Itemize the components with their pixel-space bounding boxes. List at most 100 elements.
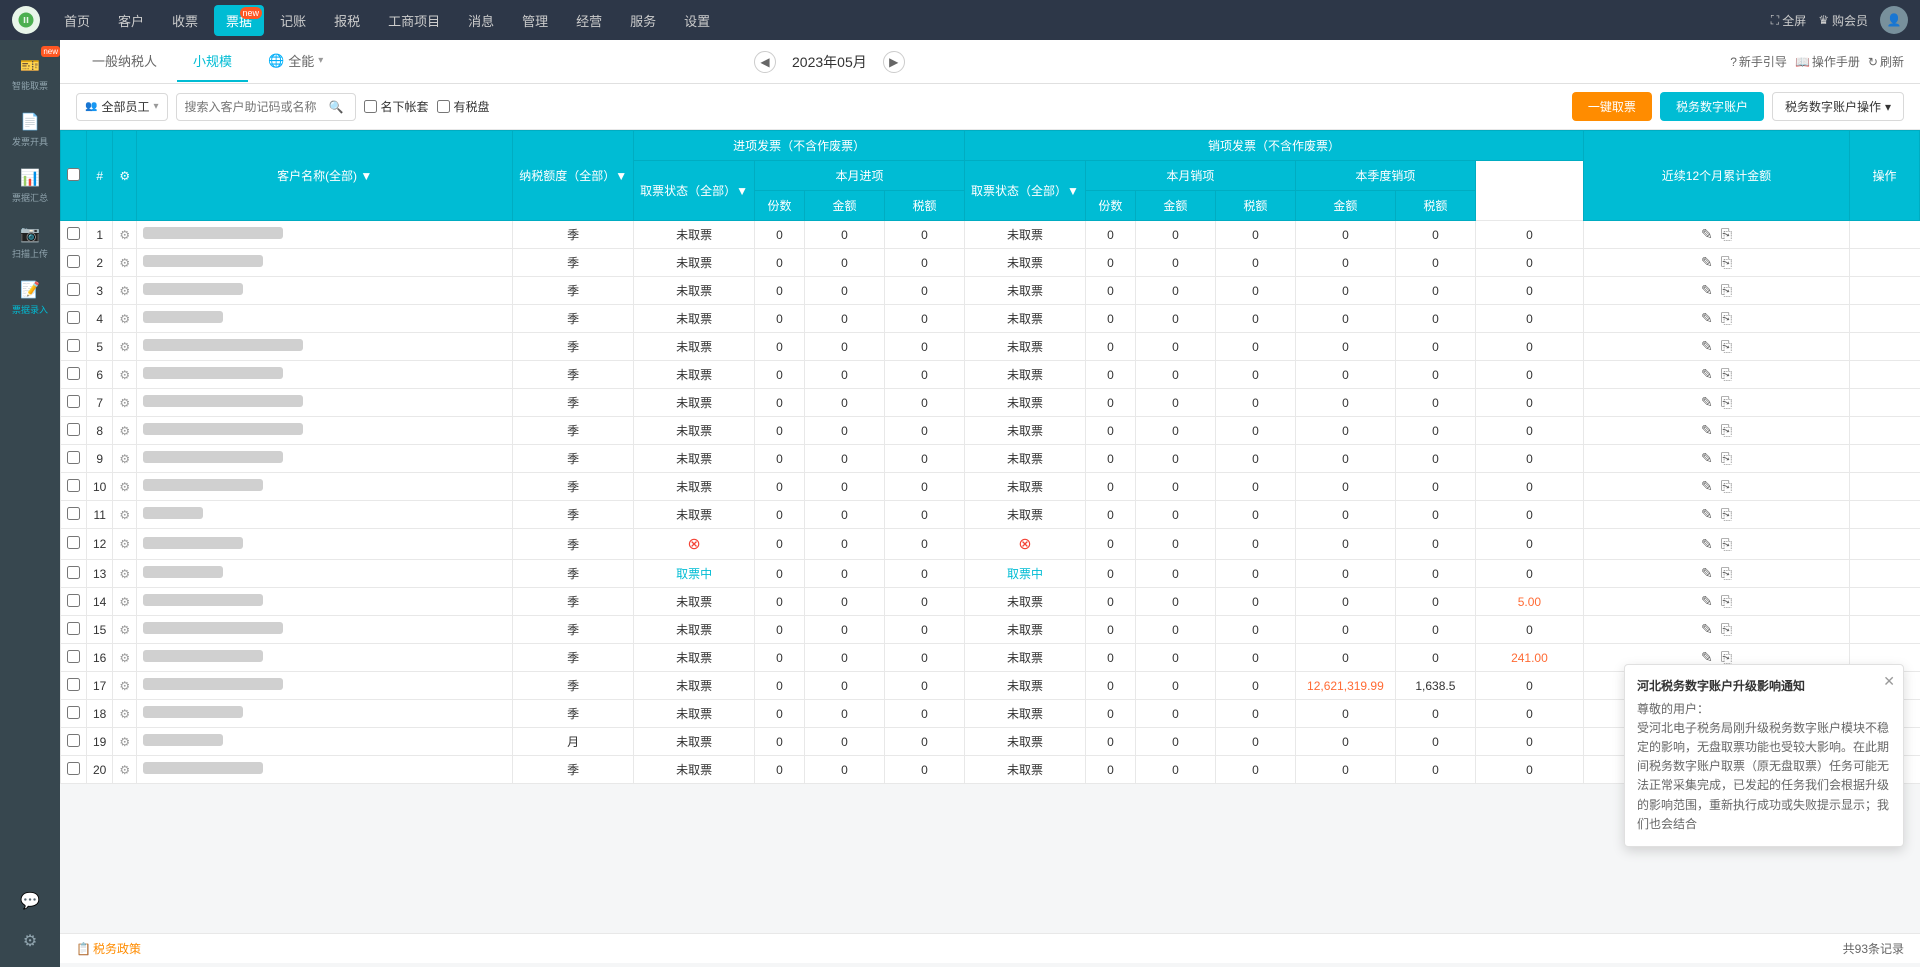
row-checkbox[interactable] bbox=[61, 473, 87, 501]
row-checkbox[interactable] bbox=[61, 756, 87, 784]
row-checkbox[interactable] bbox=[61, 700, 87, 728]
copy-icon[interactable]: ⎘ bbox=[1721, 536, 1732, 553]
row-select-checkbox[interactable] bbox=[67, 734, 80, 747]
row-checkbox[interactable] bbox=[61, 644, 87, 672]
member-button[interactable]: ♛ 购会员 bbox=[1818, 12, 1868, 29]
select-all-checkbox[interactable] bbox=[67, 168, 80, 181]
th-tax-quota[interactable]: 纳税额度（全部）▼ bbox=[513, 131, 634, 221]
copy-icon[interactable]: ⎘ bbox=[1721, 478, 1732, 495]
row-checkbox[interactable] bbox=[61, 560, 87, 588]
th-in-status[interactable]: 取票状态（全部）▼ bbox=[634, 161, 755, 221]
employee-filter[interactable]: 👥 全部员工 ▾ bbox=[76, 93, 168, 121]
row-client-name[interactable] bbox=[137, 588, 513, 616]
row-settings[interactable]: ⚙ bbox=[113, 389, 137, 417]
row-client-name[interactable] bbox=[137, 644, 513, 672]
edit-icon[interactable]: ✎ bbox=[1701, 282, 1713, 299]
row-settings[interactable]: ⚙ bbox=[113, 644, 137, 672]
row-settings[interactable]: ⚙ bbox=[113, 417, 137, 445]
row-settings[interactable]: ⚙ bbox=[113, 672, 137, 700]
row-settings[interactable]: ⚙ bbox=[113, 361, 137, 389]
row-select-checkbox[interactable] bbox=[67, 339, 80, 352]
row-checkbox[interactable] bbox=[61, 588, 87, 616]
nav-tax[interactable]: 报税 bbox=[322, 5, 372, 36]
row-client-name[interactable] bbox=[137, 529, 513, 560]
row-select-checkbox[interactable] bbox=[67, 762, 80, 775]
row-client-name[interactable] bbox=[137, 473, 513, 501]
row-select-checkbox[interactable] bbox=[67, 423, 80, 436]
tab-small-scale[interactable]: 小规模 bbox=[177, 41, 248, 82]
row-client-name[interactable] bbox=[137, 389, 513, 417]
row-checkbox[interactable] bbox=[61, 221, 87, 249]
row-checkbox[interactable] bbox=[61, 445, 87, 473]
row-client-name[interactable] bbox=[137, 417, 513, 445]
nav-business[interactable]: 工商项目 bbox=[376, 5, 452, 36]
row-settings[interactable]: ⚙ bbox=[113, 221, 137, 249]
row-checkbox[interactable] bbox=[61, 529, 87, 560]
edit-icon[interactable]: ✎ bbox=[1701, 506, 1713, 523]
sidebar-item-config[interactable]: ⚙ bbox=[2, 923, 58, 959]
tab-general-taxpayer[interactable]: 一般纳税人 bbox=[76, 41, 173, 82]
row-select-checkbox[interactable] bbox=[67, 395, 80, 408]
sidebar-item-chat[interactable]: 💬 bbox=[2, 883, 58, 919]
row-select-checkbox[interactable] bbox=[67, 594, 80, 607]
one-click-ticket-button[interactable]: 一键取票 bbox=[1572, 92, 1652, 121]
edit-icon[interactable]: ✎ bbox=[1701, 310, 1713, 327]
sidebar-item-summary[interactable]: 📊 票据汇总 bbox=[2, 160, 58, 212]
copy-icon[interactable]: ⎘ bbox=[1721, 226, 1732, 243]
row-client-name[interactable] bbox=[137, 333, 513, 361]
nav-messages[interactable]: 消息 bbox=[456, 5, 506, 36]
row-select-checkbox[interactable] bbox=[67, 283, 80, 296]
sidebar-item-smart-ticket[interactable]: 🎫 智能取票 bbox=[2, 48, 58, 100]
row-client-name[interactable] bbox=[137, 672, 513, 700]
row-select-checkbox[interactable] bbox=[67, 536, 80, 549]
copy-icon[interactable]: ⎘ bbox=[1721, 338, 1732, 355]
copy-icon[interactable]: ⎘ bbox=[1721, 422, 1732, 439]
next-period-button[interactable]: ▶ bbox=[883, 51, 905, 73]
row-settings[interactable]: ⚙ bbox=[113, 728, 137, 756]
row-select-checkbox[interactable] bbox=[67, 678, 80, 691]
row-select-checkbox[interactable] bbox=[67, 706, 80, 719]
row-settings[interactable]: ⚙ bbox=[113, 333, 137, 361]
has-taxpad-checkbox[interactable]: 有税盘 bbox=[437, 98, 490, 115]
row-checkbox[interactable] bbox=[61, 389, 87, 417]
edit-icon[interactable]: ✎ bbox=[1701, 394, 1713, 411]
edit-icon[interactable]: ✎ bbox=[1701, 338, 1713, 355]
row-checkbox[interactable] bbox=[61, 672, 87, 700]
nav-settings[interactable]: 设置 bbox=[672, 5, 722, 36]
row-checkbox[interactable] bbox=[61, 333, 87, 361]
row-settings[interactable]: ⚙ bbox=[113, 473, 137, 501]
row-settings[interactable]: ⚙ bbox=[113, 616, 137, 644]
edit-icon[interactable]: ✎ bbox=[1701, 366, 1713, 383]
row-checkbox[interactable] bbox=[61, 249, 87, 277]
copy-icon[interactable]: ⎘ bbox=[1721, 450, 1732, 467]
copy-icon[interactable]: ⎘ bbox=[1721, 310, 1732, 327]
row-select-checkbox[interactable] bbox=[67, 650, 80, 663]
row-checkbox[interactable] bbox=[61, 417, 87, 445]
nav-accounting[interactable]: 记账 bbox=[268, 5, 318, 36]
edit-icon[interactable]: ✎ bbox=[1701, 621, 1713, 638]
edit-icon[interactable]: ✎ bbox=[1701, 422, 1713, 439]
search-icon[interactable]: 🔍 bbox=[329, 100, 344, 114]
row-checkbox[interactable] bbox=[61, 277, 87, 305]
nav-home[interactable]: 首页 bbox=[52, 5, 102, 36]
row-select-checkbox[interactable] bbox=[67, 227, 80, 240]
edit-icon[interactable]: ✎ bbox=[1701, 536, 1713, 553]
row-checkbox[interactable] bbox=[61, 501, 87, 529]
row-client-name[interactable] bbox=[137, 616, 513, 644]
refresh-button[interactable]: ↻ 刷新 bbox=[1868, 53, 1904, 70]
row-client-name[interactable] bbox=[137, 756, 513, 784]
copy-icon[interactable]: ⎘ bbox=[1721, 593, 1732, 610]
client-search-input[interactable] bbox=[185, 100, 325, 114]
row-client-name[interactable] bbox=[137, 305, 513, 333]
row-settings[interactable]: ⚙ bbox=[113, 700, 137, 728]
row-select-checkbox[interactable] bbox=[67, 622, 80, 635]
edit-icon[interactable]: ✎ bbox=[1701, 593, 1713, 610]
sidebar-item-open-invoice[interactable]: 📄 发票开具 bbox=[2, 104, 58, 156]
table-settings-icon[interactable]: ⚙ bbox=[119, 169, 130, 183]
row-client-name[interactable] bbox=[137, 221, 513, 249]
copy-icon[interactable]: ⎘ bbox=[1721, 254, 1732, 271]
row-client-name[interactable] bbox=[137, 361, 513, 389]
row-select-checkbox[interactable] bbox=[67, 451, 80, 464]
row-client-name[interactable] bbox=[137, 277, 513, 305]
row-client-name[interactable] bbox=[137, 445, 513, 473]
